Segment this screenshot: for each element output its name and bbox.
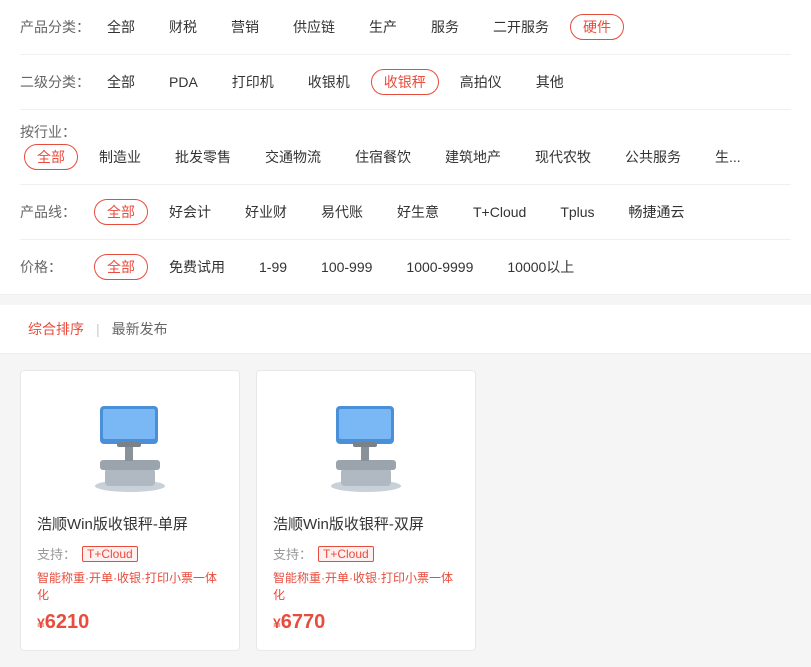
product-grid: 浩顺Win版收银秤-单屏 支持： T+Cloud 智能称重·开单·收银·打印小票… — [0, 354, 811, 667]
filter-item-manufacturing[interactable]: 制造业 — [86, 144, 154, 170]
product-image — [273, 391, 459, 501]
product-desc: 智能称重·开单·收银·打印小票一体化 — [273, 569, 459, 603]
productline-items: 全部好会计好业财易代账好生意 T+Cloud Tplus 畅捷通云 — [90, 197, 702, 227]
filter-item-wholesale[interactable]: 批发零售 — [162, 144, 244, 170]
sort-bar: 综合排序 | 最新发布 — [0, 305, 811, 354]
filter-item-goodaccount[interactable]: 好会计 — [156, 199, 224, 225]
product-card-prod2[interactable]: 浩顺Win版收银秤-双屏 支持： T+Cloud 智能称重·开单·收银·打印小票… — [256, 370, 476, 651]
product-price: ¥6770 — [273, 611, 459, 634]
product-name: 浩顺Win版收银秤-双屏 — [273, 513, 459, 534]
filter-item-free[interactable]: 免费试用 — [156, 254, 238, 280]
filter-item-highcam[interactable]: 高拍仪 — [447, 69, 515, 95]
price-filter-row: 价格： 全部免费试用 1-99 100-999 1000-9999 10000以上 — [20, 240, 791, 294]
filter-item-printer[interactable]: 打印机 — [219, 69, 287, 95]
filter-item-logistics[interactable]: 交通物流 — [252, 144, 334, 170]
support-label: 支持： — [37, 544, 76, 563]
filter-item-hospitality[interactable]: 住宿餐饮 — [342, 144, 424, 170]
filter-section: 产品分类： 全部财税营销供应链生产服务二开服务硬件 二级分类： 全部PDA打印机… — [0, 0, 811, 295]
filter-item-all[interactable]: 全部 — [94, 69, 148, 95]
product-support: 支持： T+Cloud — [273, 544, 459, 563]
filter-item-opendev[interactable]: 二开服务 — [480, 14, 562, 40]
category-filter-row: 产品分类： 全部财税营销供应链生产服务二开服务硬件 — [20, 0, 791, 55]
support-badge: T+Cloud — [82, 546, 138, 562]
filter-item-supply[interactable]: 供应链 — [280, 14, 348, 40]
price-label: 价格： — [20, 257, 90, 277]
filter-item-畅捷通云[interactable]: 畅捷通云 — [616, 199, 698, 225]
filter-item-publicservice[interactable]: 公共服务 — [612, 144, 694, 170]
filter-item-all[interactable]: 全部 — [94, 254, 148, 280]
currency-symbol: ¥ — [273, 615, 281, 631]
filter-item-agriculture[interactable]: 现代农牧 — [522, 144, 604, 170]
currency-symbol: ¥ — [37, 615, 45, 631]
filter-item-all[interactable]: 全部 — [94, 199, 148, 225]
category-items: 全部财税营销供应链生产服务二开服务硬件 — [90, 12, 628, 42]
sort-item-comprehensive[interactable]: 综合排序 — [20, 315, 92, 343]
filter-item-more[interactable]: 生... — [702, 144, 754, 170]
filter-item-1-99[interactable]: 1-99 — [246, 256, 300, 278]
filter-item-cashregister[interactable]: 收银机 — [295, 69, 363, 95]
filter-item-hardware[interactable]: 硬件 — [570, 14, 624, 40]
filter-item-all[interactable]: 全部 — [94, 14, 148, 40]
category-label: 产品分类： — [20, 17, 90, 37]
filter-item-100-999[interactable]: 100-999 — [308, 256, 385, 278]
sort-item-latest[interactable]: 最新发布 — [104, 315, 176, 343]
product-card-prod1[interactable]: 浩顺Win版收银秤-单屏 支持： T+Cloud 智能称重·开单·收银·打印小票… — [20, 370, 240, 651]
filter-item-all[interactable]: 全部 — [24, 144, 78, 170]
subcategory-filter-row: 二级分类： 全部 PDA 打印机收银机收银秤高拍仪其他 — [20, 55, 791, 110]
product-desc: 智能称重·开单·收银·打印小票一体化 — [37, 569, 223, 603]
filter-item-tax[interactable]: 财税 — [156, 14, 210, 40]
support-label: 支持： — [273, 544, 312, 563]
filter-item-1000-9999[interactable]: 1000-9999 — [393, 256, 486, 278]
price-number: 6770 — [281, 611, 326, 633]
sort-divider: | — [92, 321, 104, 337]
product-name: 浩顺Win版收银秤-单屏 — [37, 513, 223, 534]
filter-item-marketing[interactable]: 营销 — [218, 14, 272, 40]
filter-item-goodfinance[interactable]: 好业财 — [232, 199, 300, 225]
filter-item-cashscale[interactable]: 收银秤 — [371, 69, 439, 95]
filter-item-service[interactable]: 服务 — [418, 14, 472, 40]
product-price: ¥6210 — [37, 611, 223, 634]
filter-item-tplus[interactable]: Tplus — [547, 201, 607, 223]
filter-item-easybill[interactable]: 易代账 — [308, 199, 376, 225]
productline-label: 产品线： — [20, 202, 90, 222]
subcategory-items: 全部 PDA 打印机收银机收银秤高拍仪其他 — [90, 67, 581, 97]
filter-item-goodbiz[interactable]: 好生意 — [384, 199, 452, 225]
filter-item-pda[interactable]: PDA — [156, 71, 211, 93]
price-items: 全部免费试用 1-99 100-999 1000-9999 10000以上 — [90, 252, 591, 282]
product-image — [37, 391, 223, 501]
industry-items: 全部制造业批发零售交通物流住宿餐饮建筑地产现代农牧公共服务生... — [20, 142, 758, 172]
filter-item-10000+[interactable]: 10000以上 — [494, 254, 587, 280]
industry-label: 按行业： — [20, 122, 90, 142]
product-support: 支持： T+Cloud — [37, 544, 223, 563]
subcategory-label: 二级分类： — [20, 72, 90, 92]
industry-filter-row: 按行业： 全部制造业批发零售交通物流住宿餐饮建筑地产现代农牧公共服务生... — [20, 110, 791, 185]
filter-item-production[interactable]: 生产 — [356, 14, 410, 40]
price-number: 6210 — [45, 611, 90, 633]
filter-item-realestate[interactable]: 建筑地产 — [432, 144, 514, 170]
productline-filter-row: 产品线： 全部好会计好业财易代账好生意 T+Cloud Tplus 畅捷通云 — [20, 185, 791, 240]
filter-item-other[interactable]: 其他 — [523, 69, 577, 95]
support-badge: T+Cloud — [318, 546, 374, 562]
filter-item-tcloud[interactable]: T+Cloud — [460, 201, 539, 223]
